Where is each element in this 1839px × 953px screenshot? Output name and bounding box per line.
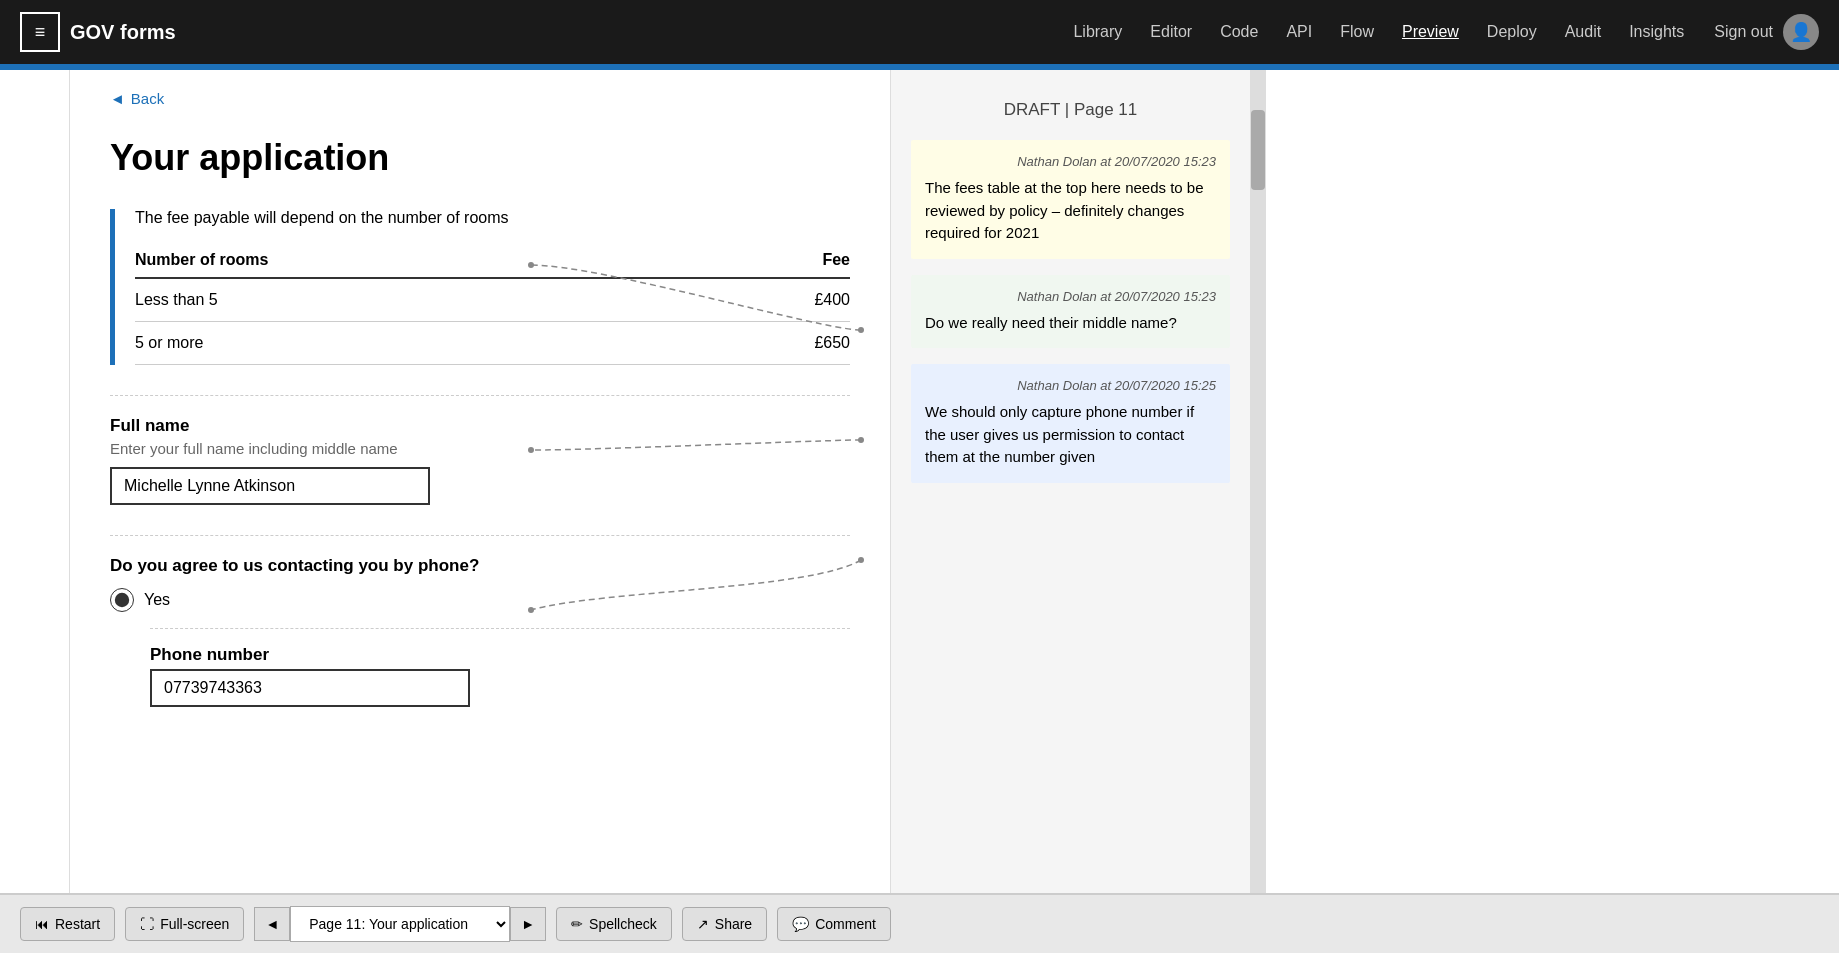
phone-number-input[interactable]: [150, 669, 470, 707]
full-name-input[interactable]: [110, 467, 430, 505]
nav-deploy[interactable]: Deploy: [1487, 23, 1537, 40]
phone-number-section: Phone number: [150, 628, 850, 707]
top-navigation: ≡ GOV forms Library Editor Code API Flow…: [0, 0, 1839, 64]
comment-meta-2: Nathan Dolan at 20/07/2020 15:23: [925, 289, 1216, 304]
col-rooms-header: Number of rooms: [135, 243, 699, 278]
full-name-hint: Enter your full name including middle na…: [110, 440, 850, 457]
main-container: ◄ Back Your application The fee payable …: [0, 70, 1839, 893]
app-logo: ≡ GOV forms: [20, 12, 176, 52]
page-title: Your application: [110, 137, 850, 179]
nav-links: Library Editor Code API Flow Preview Dep…: [1073, 23, 1684, 41]
comment-meta-1: Nathan Dolan at 20/07/2020 15:23: [925, 154, 1216, 169]
logo-text: GOV forms: [70, 21, 176, 44]
nav-library[interactable]: Library: [1073, 23, 1122, 40]
comment-meta-3: Nathan Dolan at 20/07/2020 15:25: [925, 378, 1216, 393]
info-text: The fee payable will depend on the numbe…: [135, 209, 850, 227]
radio-yes-label: Yes: [144, 591, 170, 609]
nav-preview[interactable]: Preview: [1402, 23, 1459, 40]
phone-question-label: Do you agree to us contacting you by pho…: [110, 556, 850, 576]
draft-label: DRAFT | Page 11: [911, 90, 1230, 120]
nav-code[interactable]: Code: [1220, 23, 1258, 40]
col-fee-header: Fee: [699, 243, 850, 278]
left-strip: [0, 70, 70, 893]
comment-card-1: Nathan Dolan at 20/07/2020 15:23 The fee…: [911, 140, 1230, 259]
phone-number-label: Phone number: [150, 645, 850, 665]
rooms-cell: Less than 5: [135, 278, 699, 322]
back-link[interactable]: ◄ Back: [110, 90, 850, 107]
comment-card-3: Nathan Dolan at 20/07/2020 15:25 We shou…: [911, 364, 1230, 483]
fee-cell: £650: [699, 322, 850, 365]
table-row: Less than 5£400: [135, 278, 850, 322]
comment-text-2: Do we really need their middle name?: [925, 312, 1216, 335]
nav-api[interactable]: API: [1286, 23, 1312, 40]
nav-flow[interactable]: Flow: [1340, 23, 1374, 40]
table-row: 5 or more£650: [135, 322, 850, 365]
right-panel: DRAFT | Page 11 Nathan Dolan at 20/07/20…: [890, 70, 1250, 893]
comment-text-3: We should only capture phone number if t…: [925, 401, 1216, 469]
full-name-section: Full name Enter your full name including…: [110, 395, 850, 505]
rooms-cell: 5 or more: [135, 322, 699, 365]
info-block: The fee payable will depend on the numbe…: [110, 209, 850, 365]
user-avatar: 👤: [1783, 14, 1819, 50]
logo-icon: ≡: [20, 12, 60, 52]
radio-yes-input[interactable]: [110, 588, 134, 612]
sign-out-button[interactable]: Sign out 👤: [1714, 14, 1819, 50]
radio-yes-option: Yes: [110, 588, 850, 612]
comment-card-2: Nathan Dolan at 20/07/2020 15:23 Do we r…: [911, 275, 1230, 349]
fee-table: Number of rooms Fee Less than 5£4005 or …: [135, 243, 850, 365]
full-name-label: Full name: [110, 416, 850, 436]
nav-editor[interactable]: Editor: [1150, 23, 1192, 40]
content-area: ◄ Back Your application The fee payable …: [70, 70, 890, 893]
fee-cell: £400: [699, 278, 850, 322]
nav-insights[interactable]: Insights: [1629, 23, 1684, 40]
scrollbar[interactable]: [1250, 70, 1266, 893]
scroll-thumb[interactable]: [1251, 110, 1265, 190]
nav-audit[interactable]: Audit: [1565, 23, 1601, 40]
phone-question-section: Do you agree to us contacting you by pho…: [110, 535, 850, 707]
comment-text-1: The fees table at the top here needs to …: [925, 177, 1216, 245]
